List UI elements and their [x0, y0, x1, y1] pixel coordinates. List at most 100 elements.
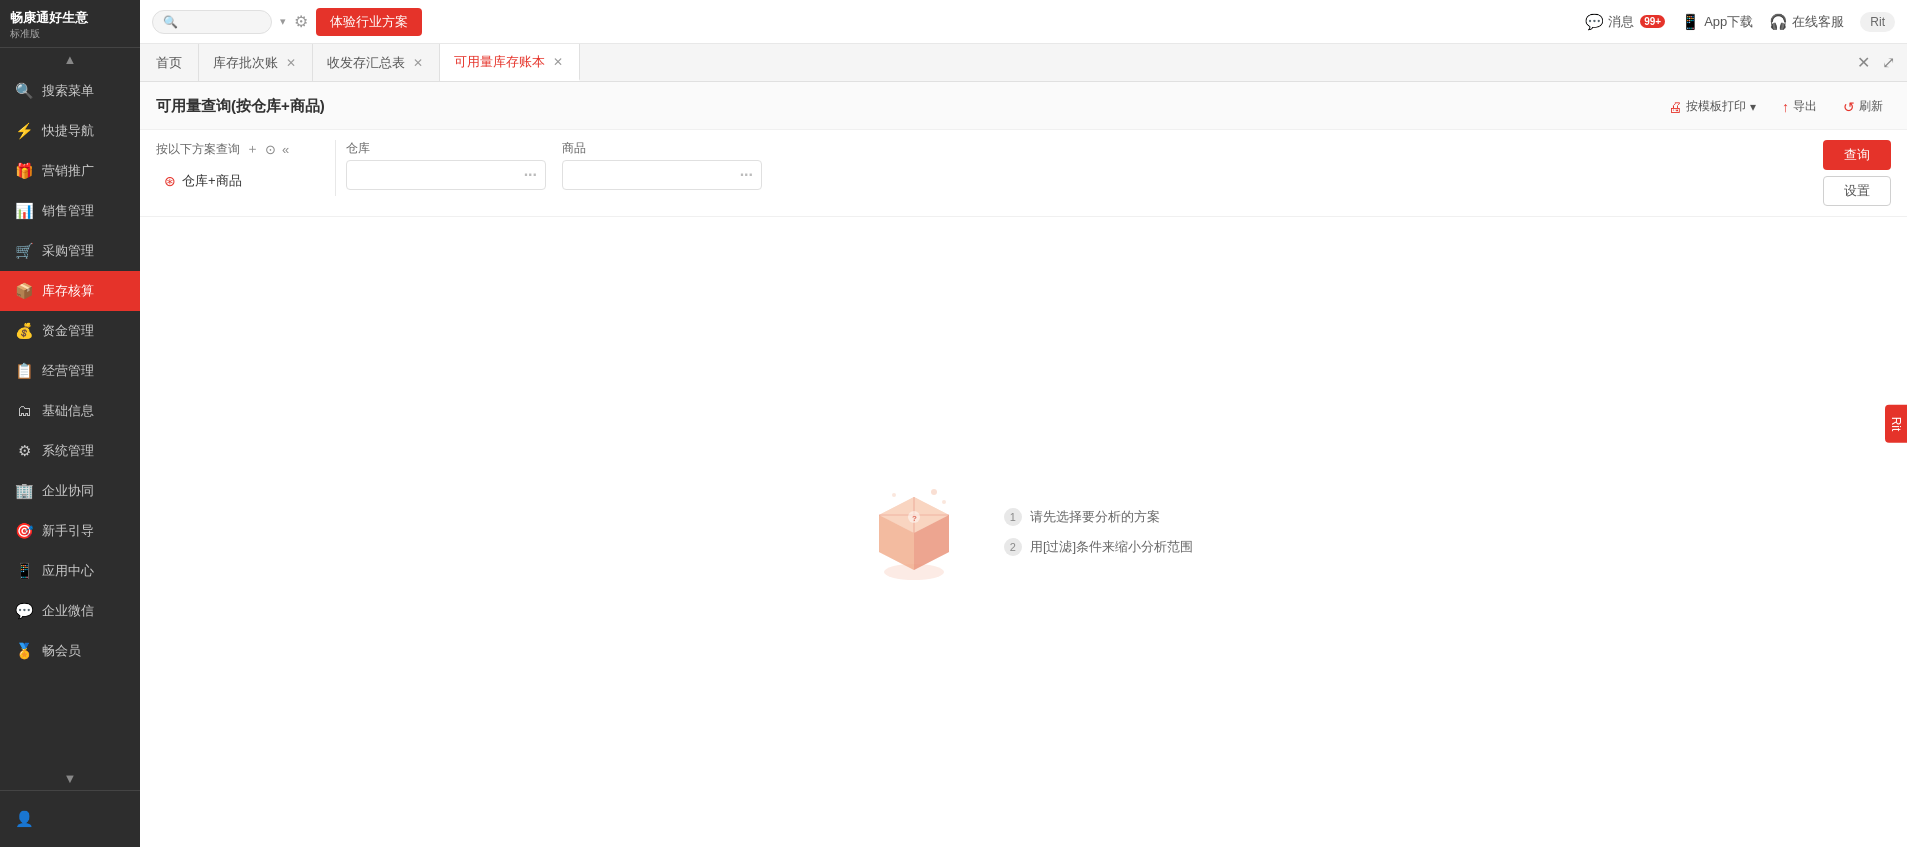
brand-tag: 标准版 [10, 27, 130, 41]
sidebar-item-label-shortcut: 快捷导航 [42, 122, 94, 140]
search-input[interactable] [182, 15, 262, 29]
settings-button[interactable]: 设置 [1823, 176, 1891, 206]
warehouse-dots-icon[interactable]: ··· [524, 166, 537, 184]
refresh-button[interactable]: ↺ 刷新 [1835, 94, 1891, 119]
tab-batch-account-label: 库存批次账 [213, 54, 278, 72]
tip-number-2: 2 [1004, 538, 1022, 556]
scheme-title-text: 按以下方案查询 [156, 141, 240, 158]
sidebar-item-label-finance: 资金管理 [42, 322, 94, 340]
right-handle[interactable]: Rit [1885, 404, 1907, 443]
empty-tip-2: 2 用[过滤]条件来缩小分析范围 [1004, 538, 1193, 556]
print-label: 按模板打印 [1686, 98, 1746, 115]
sidebar-item-marketing[interactable]: 🎁营销推广 [0, 151, 140, 191]
sidebar-item-purchase-mgmt[interactable]: 🛒采购管理 [0, 231, 140, 271]
message-label: 消息 [1608, 13, 1634, 31]
sidebar-item-label-vip: 畅会员 [42, 642, 81, 660]
message-action[interactable]: 💬 消息 99+ [1585, 13, 1665, 31]
print-icon: 🖨 [1668, 99, 1682, 115]
tab-collect-summary-close[interactable]: ✕ [411, 55, 425, 71]
finance-icon: 💰 [14, 322, 34, 340]
app-icon: 📱 [1681, 13, 1700, 31]
tab-batch-account[interactable]: 库存批次账 ✕ [199, 44, 313, 81]
wechat-icon: 💬 [14, 602, 34, 620]
sidebar-item-operations[interactable]: 📋 经营管理 [0, 351, 140, 391]
page-title: 可用量查询(按仓库+商品) [156, 97, 325, 116]
sidebar-item-vip[interactable]: 🏅 畅会员 [0, 631, 140, 671]
user-avatar[interactable]: Rit [1860, 12, 1895, 32]
page-header-actions: 🖨 按模板打印 ▾ ↑ 导出 ↺ 刷新 [1660, 94, 1891, 119]
sidebar-item-sales-mgmt[interactable]: 📊销售管理 [0, 191, 140, 231]
app-download-action[interactable]: 📱 App下载 [1681, 13, 1753, 31]
account-icon: 👤 [14, 810, 34, 828]
trial-button[interactable]: 体验行业方案 [316, 8, 422, 36]
scheme-title: 按以下方案查询 ＋ ⊙ « [156, 140, 325, 158]
sidebar-item-newbie[interactable]: 🎯新手引导 [0, 511, 140, 551]
service-action[interactable]: 🎧 在线客服 [1769, 13, 1844, 31]
tab-collect-summary[interactable]: 收发存汇总表 ✕ [313, 44, 440, 81]
scheme-add-icon[interactable]: ＋ [246, 140, 259, 158]
cube-illustration: ? [859, 477, 969, 587]
tab-home[interactable]: 首页 [140, 44, 199, 81]
sidebar-item-basic-info[interactable]: 🗂基础信息 [0, 391, 140, 431]
empty-illustration: ? [854, 472, 974, 592]
sidebar-item-shortcut[interactable]: ⚡快捷导航 [0, 111, 140, 151]
topbar-chevron-icon[interactable]: ▾ [280, 15, 286, 28]
tab-expand-button[interactable]: ⤢ [1878, 51, 1899, 74]
tab-close-all-button[interactable]: ✕ [1853, 51, 1874, 74]
scheme-collapse-icon[interactable]: « [282, 142, 289, 157]
scheme-item-warehouse-goods[interactable]: ⊛ 仓库+商品 [156, 166, 325, 196]
warehouse-input[interactable] [355, 168, 520, 182]
sidebar-item-search[interactable]: 🔍搜索菜单 [0, 71, 140, 111]
export-button[interactable]: ↑ 导出 [1774, 94, 1825, 119]
scroll-down-btn[interactable]: ▼ [0, 767, 140, 790]
empty-tips: 1 请先选择要分析的方案 2 用[过滤]条件来缩小分析范围 [1004, 508, 1193, 556]
sidebar-bottom: 👤 [0, 790, 140, 847]
tab-batch-account-close[interactable]: ✕ [284, 55, 298, 71]
sidebar-item-account[interactable]: 👤 [0, 799, 140, 839]
tab-available-notebook[interactable]: 可用量库存账本 ✕ [440, 44, 580, 81]
tab-collect-summary-label: 收发存汇总表 [327, 54, 405, 72]
tabs-bar: 首页 库存批次账 ✕ 收发存汇总表 ✕ 可用量库存账本 ✕ ✕ ⤢ [140, 44, 1907, 82]
sidebar-item-finance[interactable]: 💰 资金管理 [0, 311, 140, 351]
topbar-right: 💬 消息 99+ 📱 App下载 🎧 在线客服 Rit [1585, 12, 1895, 32]
tab-home-label: 首页 [156, 54, 182, 72]
goods-input-wrapper[interactable]: ··· [562, 160, 762, 190]
sidebar-item-label-inventory: 库存核算 [42, 282, 94, 300]
tip-text-1: 请先选择要分析的方案 [1030, 508, 1160, 526]
refresh-label: 刷新 [1859, 98, 1883, 115]
sidebar-brand: 畅康通好生意 标准版 [0, 0, 140, 48]
sidebar-scroll: 🔍搜索菜单⚡快捷导航🎁营销推广📊销售管理🛒采购管理📦库存核算 💰 资金管理 📋 经营管理… [0, 71, 140, 767]
sidebar-item-inventory[interactable]: 📦库存核算 [0, 271, 140, 311]
vip-icon: 🏅 [14, 642, 34, 660]
tab-available-notebook-close[interactable]: ✕ [551, 54, 565, 70]
sidebar-item-label-operations: 经营管理 [42, 362, 94, 380]
scroll-up-btn[interactable]: ▲ [0, 48, 140, 71]
page-content: 可用量查询(按仓库+商品) 🖨 按模板打印 ▾ ↑ 导出 ↺ 刷新 [140, 82, 1907, 847]
sidebar-item-label-search: 搜索菜单 [42, 82, 94, 100]
print-chevron-icon: ▾ [1750, 100, 1756, 114]
operations-icon: 📋 [14, 362, 34, 380]
sidebar-item-app-center[interactable]: 📱应用中心 [0, 551, 140, 591]
empty-state: ? 1 请先选择要分析的方案 2 用[过滤]条件来缩小分析范围 [140, 217, 1907, 847]
query-button[interactable]: 查询 [1823, 140, 1891, 170]
goods-field: 商品 ··· [562, 140, 762, 190]
goods-input[interactable] [571, 168, 736, 182]
sidebar-item-label-app-center: 应用中心 [42, 562, 94, 580]
svg-point-8 [942, 500, 946, 504]
sidebar-item-label-basic-info: 基础信息 [42, 402, 94, 420]
sidebar-item-system[interactable]: ⚙系统管理 [0, 431, 140, 471]
sidebar-item-wechat[interactable]: 💬企业微信 [0, 591, 140, 631]
message-icon: 💬 [1585, 13, 1604, 31]
svg-point-9 [892, 493, 896, 497]
topbar-gear-icon[interactable]: ⚙ [294, 12, 308, 31]
page-header: 可用量查询(按仓库+商品) 🖨 按模板打印 ▾ ↑ 导出 ↺ 刷新 [140, 82, 1907, 130]
goods-dots-icon[interactable]: ··· [740, 166, 753, 184]
scheme-setting-icon[interactable]: ⊙ [265, 142, 276, 157]
sidebar-item-enterprise[interactable]: 🏢企业协同 [0, 471, 140, 511]
warehouse-label: 仓库 [346, 140, 546, 157]
warehouse-input-wrapper[interactable]: ··· [346, 160, 546, 190]
print-template-button[interactable]: 🖨 按模板打印 ▾ [1660, 94, 1764, 119]
topbar-search-box[interactable]: 🔍 [152, 10, 272, 34]
app-label: App下载 [1704, 13, 1753, 31]
svg-point-7 [931, 489, 937, 495]
